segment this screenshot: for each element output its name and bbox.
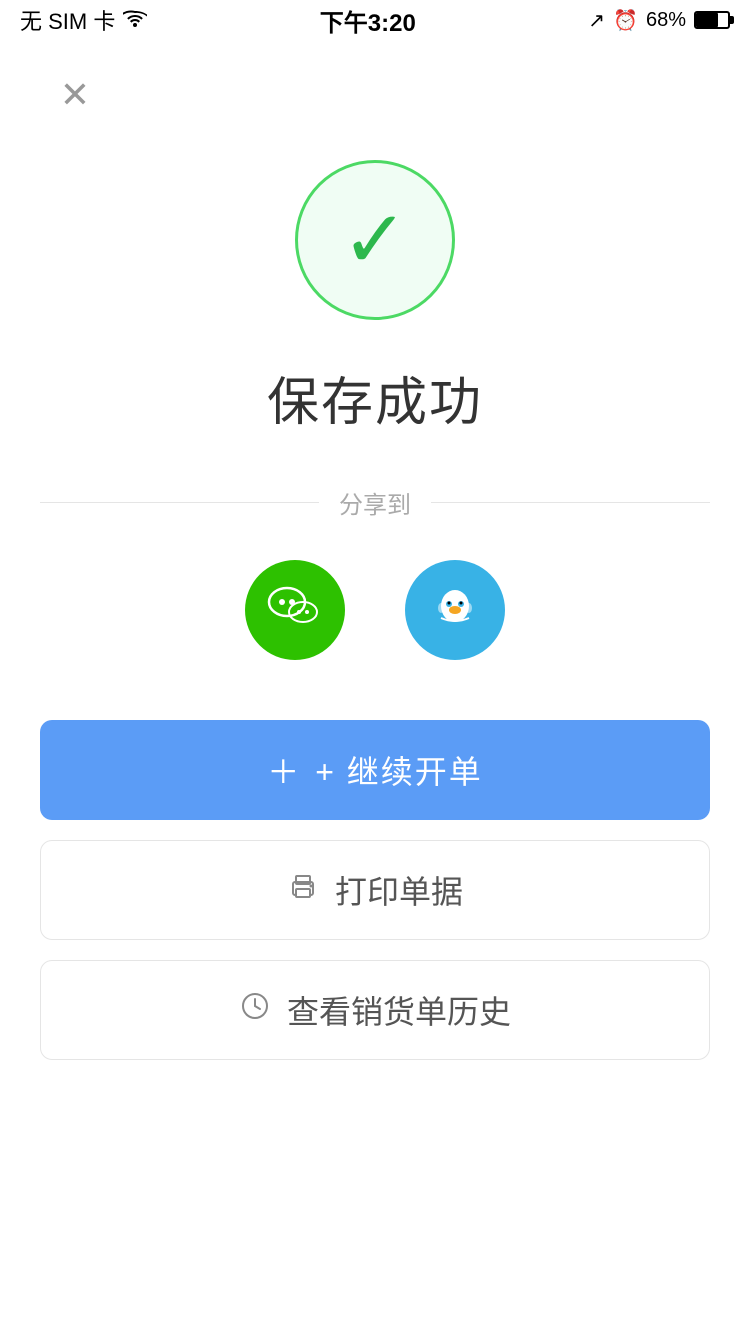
continue-order-label: + 继续开单 xyxy=(315,747,483,793)
location-icon: ↗ xyxy=(588,8,605,33)
close-button[interactable]: ✕ xyxy=(50,70,100,120)
status-left: 无 SIM 卡 xyxy=(20,4,147,36)
history-button[interactable]: 查看销货单历史 xyxy=(40,960,710,1060)
main-content: ✕ ✓ 保存成功 分享到 xyxy=(0,40,750,1334)
plus-icon: ＋ xyxy=(267,747,299,793)
checkmark-icon: ✓ xyxy=(341,200,408,280)
clock-icon xyxy=(239,990,271,1030)
share-icons xyxy=(40,560,710,660)
qq-icon xyxy=(425,580,485,640)
close-icon: ✕ xyxy=(60,77,90,113)
qq-share-button[interactable] xyxy=(405,560,505,660)
battery-percent: 68% xyxy=(646,9,686,32)
history-label: 查看销货单历史 xyxy=(287,987,511,1033)
success-indicator: ✓ xyxy=(295,160,455,320)
battery-icon xyxy=(694,11,730,29)
continue-order-button[interactable]: ＋ + 继续开单 xyxy=(40,720,710,820)
alarm-icon: ⏰ xyxy=(613,8,638,33)
share-section: 分享到 xyxy=(40,485,710,660)
wifi-icon xyxy=(123,7,147,33)
wechat-icon xyxy=(265,580,325,640)
action-buttons: ＋ + 继续开单 打印单据 查看销货单历史 xyxy=(40,720,710,1060)
wechat-share-button[interactable] xyxy=(245,560,345,660)
status-right: ↗ ⏰ 68% xyxy=(588,8,730,33)
divider-right xyxy=(431,502,710,503)
status-bar: 无 SIM 卡 下午3:20 ↗ ⏰ 68% xyxy=(0,0,750,40)
print-button[interactable]: 打印单据 xyxy=(40,840,710,940)
divider-left xyxy=(40,502,319,503)
sim-label: 无 SIM 卡 xyxy=(20,4,115,36)
printer-icon xyxy=(287,870,319,910)
status-time: 下午3:20 xyxy=(320,3,416,38)
success-title: 保存成功 xyxy=(267,360,483,435)
share-label: 分享到 xyxy=(339,485,411,520)
print-label: 打印单据 xyxy=(335,867,463,913)
share-divider: 分享到 xyxy=(40,485,710,520)
